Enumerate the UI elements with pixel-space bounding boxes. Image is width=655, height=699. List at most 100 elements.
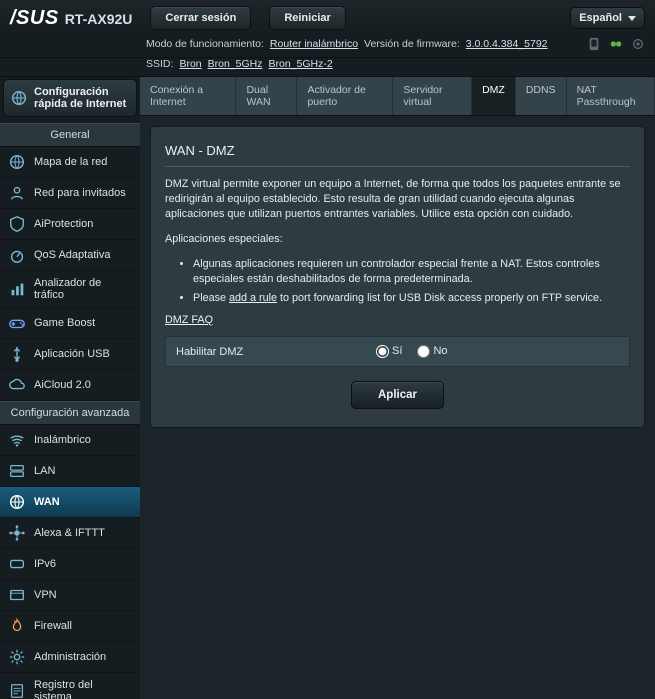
apply-button[interactable]: Aplicar bbox=[351, 381, 444, 409]
dmz-panel: WAN - DMZ DMZ virtual permite exponer un… bbox=[150, 126, 645, 428]
sidebar-item-traffic[interactable]: Analizador de tráfico bbox=[0, 271, 140, 308]
sidebar-item-admin[interactable]: Administración bbox=[0, 642, 140, 673]
ssid-label: SSID: bbox=[146, 58, 173, 70]
opmode-value[interactable]: Router inalámbrico bbox=[270, 38, 358, 50]
sidebar-item-label: LAN bbox=[34, 465, 55, 477]
tab-activador-de-puerto[interactable]: Activador de puerto bbox=[297, 77, 393, 115]
sidebar-item-label: Registro del sistema bbox=[34, 679, 132, 699]
language-current: Español bbox=[579, 12, 622, 24]
reboot-button[interactable]: Reiniciar bbox=[269, 6, 345, 30]
game-icon bbox=[8, 314, 26, 332]
admin-icon bbox=[8, 648, 26, 666]
tab-servidor-virtual[interactable]: Servidor virtual bbox=[393, 77, 472, 115]
tab-dmz[interactable]: DMZ bbox=[472, 77, 516, 115]
ssid-line: SSID: Bron Bron_5GHz Bron_5GHz-2 bbox=[0, 58, 655, 77]
guest-icon bbox=[8, 184, 26, 202]
sidebar-item-ipv6[interactable]: IPv6 bbox=[0, 549, 140, 580]
multi-ssid-icon[interactable] bbox=[609, 37, 623, 51]
bullet-ftp: Please add a rule to port forwarding lis… bbox=[193, 291, 630, 306]
add-rule-link[interactable]: add a rule bbox=[229, 292, 277, 304]
sidebar-item-label: AiProtection bbox=[34, 218, 93, 230]
wan-icon bbox=[8, 493, 26, 511]
enable-dmz-label: Habilitar DMZ bbox=[166, 338, 366, 366]
firmware-value[interactable]: 3.0.0.4.384_5792 bbox=[466, 38, 548, 50]
ifttt-icon bbox=[8, 524, 26, 542]
sidebar-item-label: AiCloud 2.0 bbox=[34, 379, 91, 391]
bullet-nat: Algunas aplicaciones requieren un contro… bbox=[193, 257, 630, 287]
brand: /SUS RT-AX92U bbox=[10, 7, 132, 30]
quick-internet-setup[interactable]: Configuración rápida de Internet bbox=[3, 79, 137, 117]
sidebar-item-label: Aplicación USB bbox=[34, 348, 110, 360]
header-bar: /SUS RT-AX92U Cerrar sesión Reiniciar Es… bbox=[0, 0, 655, 34]
dmz-faq-link[interactable]: DMZ FAQ bbox=[165, 314, 213, 326]
sidebar: Configuración rápida de Internet General… bbox=[0, 77, 140, 699]
asus-logo: /SUS bbox=[10, 7, 59, 30]
sidebar-item-fw[interactable]: Firewall bbox=[0, 611, 140, 642]
tab-conexión-a-internet[interactable]: Conexión a Internet bbox=[140, 77, 236, 115]
main-area: Conexión a InternetDual WANActivador de … bbox=[140, 77, 655, 699]
sidebar-item-label: Red para invitados bbox=[34, 187, 126, 199]
status-line: Modo de funcionamiento: Router inalámbri… bbox=[0, 34, 655, 58]
wireless-icon bbox=[8, 431, 26, 449]
enable-dmz-no[interactable]: No bbox=[417, 345, 447, 357]
app-icon[interactable] bbox=[587, 37, 601, 51]
sidebar-item-ifttt[interactable]: Alexa & IFTTT bbox=[0, 518, 140, 549]
vpn-icon bbox=[8, 586, 26, 604]
ssid-2[interactable]: Bron_5GHz-2 bbox=[268, 58, 332, 70]
section-advanced: Configuración avanzada bbox=[0, 401, 140, 425]
sidebar-item-label: Alexa & IFTTT bbox=[34, 527, 105, 539]
panel-intro: DMZ virtual permite exponer un equipo a … bbox=[165, 177, 630, 222]
netmap-icon bbox=[8, 153, 26, 171]
sidebar-item-label: Analizador de tráfico bbox=[34, 277, 132, 301]
sidebar-item-label: IPv6 bbox=[34, 558, 56, 570]
sidebar-item-label: VPN bbox=[34, 589, 57, 601]
sidebar-item-aicloud[interactable]: AiCloud 2.0 bbox=[0, 370, 140, 401]
sidebar-item-label: WAN bbox=[34, 496, 60, 508]
sidebar-item-syslog[interactable]: Registro del sistema bbox=[0, 673, 140, 699]
tab-dual-wan[interactable]: Dual WAN bbox=[236, 77, 297, 115]
radio-yes[interactable] bbox=[376, 345, 389, 358]
panel-title: WAN - DMZ bbox=[165, 139, 630, 167]
sidebar-item-game[interactable]: Game Boost bbox=[0, 308, 140, 339]
enable-dmz-yes[interactable]: Sí bbox=[376, 345, 405, 357]
ipv6-icon bbox=[8, 555, 26, 573]
lan-icon bbox=[8, 462, 26, 480]
qos-icon bbox=[8, 246, 26, 264]
sidebar-item-lan[interactable]: LAN bbox=[0, 456, 140, 487]
sidebar-item-aiprot[interactable]: AiProtection bbox=[0, 209, 140, 240]
tab-ddns[interactable]: DDNS bbox=[516, 77, 567, 115]
sidebar-item-vpn[interactable]: VPN bbox=[0, 580, 140, 611]
firmware-label: Versión de firmware: bbox=[364, 38, 460, 50]
enable-dmz-row: Habilitar DMZ Sí No bbox=[165, 336, 630, 367]
sidebar-item-usb[interactable]: Aplicación USB bbox=[0, 339, 140, 370]
radio-no[interactable] bbox=[417, 345, 430, 358]
logout-button[interactable]: Cerrar sesión bbox=[150, 6, 251, 30]
content-area: WAN - DMZ DMZ virtual permite exponer un… bbox=[140, 116, 655, 699]
ssid-0[interactable]: Bron bbox=[179, 58, 201, 70]
apps-heading: Aplicaciones especiales: bbox=[165, 232, 630, 247]
aiprot-icon bbox=[8, 215, 26, 233]
language-select[interactable]: Español bbox=[570, 7, 645, 29]
usb-status-icon[interactable] bbox=[631, 37, 645, 51]
model-name: RT-AX92U bbox=[65, 11, 133, 27]
section-general: General bbox=[0, 123, 140, 147]
sidebar-item-guest[interactable]: Red para invitados bbox=[0, 178, 140, 209]
chevron-down-icon bbox=[628, 16, 636, 21]
globe-gear-icon bbox=[10, 89, 28, 107]
fw-icon bbox=[8, 617, 26, 635]
sidebar-item-wan[interactable]: WAN bbox=[0, 487, 140, 518]
tab-strip: Conexión a InternetDual WANActivador de … bbox=[140, 77, 655, 116]
sidebar-item-label: QoS Adaptativa bbox=[34, 249, 110, 261]
opmode-label: Modo de funcionamiento: bbox=[146, 38, 264, 50]
sidebar-item-label: Mapa de la red bbox=[34, 156, 107, 168]
sidebar-item-wireless[interactable]: Inalámbrico bbox=[0, 425, 140, 456]
sidebar-item-label: Game Boost bbox=[34, 317, 95, 329]
tab-nat-passthrough[interactable]: NAT Passthrough bbox=[567, 77, 655, 115]
sidebar-item-label: Inalámbrico bbox=[34, 434, 91, 446]
sidebar-item-label: Administración bbox=[34, 651, 106, 663]
sidebar-item-netmap[interactable]: Mapa de la red bbox=[0, 147, 140, 178]
traffic-icon bbox=[8, 280, 26, 298]
syslog-icon bbox=[8, 682, 26, 699]
ssid-1[interactable]: Bron_5GHz bbox=[208, 58, 263, 70]
sidebar-item-qos[interactable]: QoS Adaptativa bbox=[0, 240, 140, 271]
